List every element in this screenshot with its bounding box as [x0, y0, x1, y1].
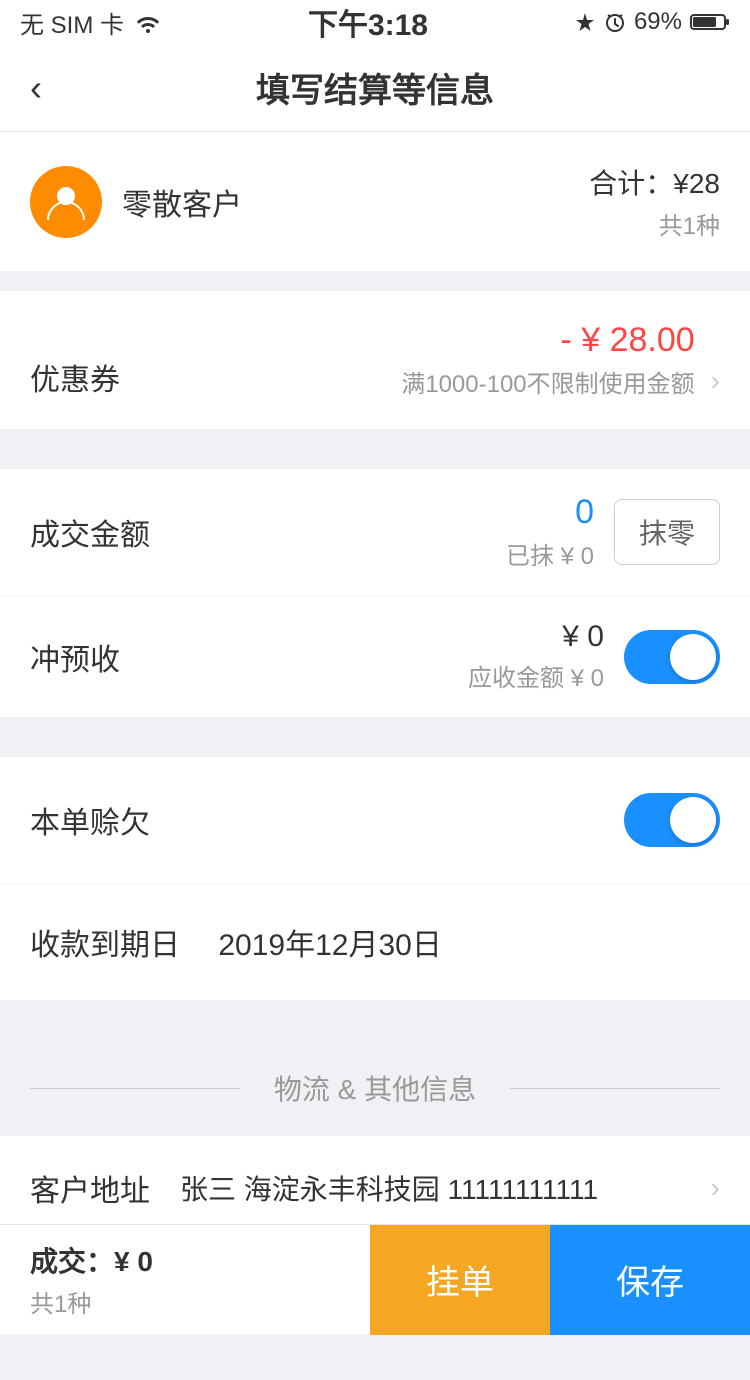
- page-title: 填写结算等信息: [256, 63, 494, 112]
- bottom-deal-value: ¥ 0: [114, 1246, 153, 1277]
- section-divider-3: [0, 1020, 750, 1040]
- deal-amount-sub: 已抹 ¥ 0: [506, 536, 594, 571]
- coupon-label: 优惠券: [30, 355, 120, 399]
- battery-icon: [690, 12, 730, 32]
- advance-toggle-track: [624, 630, 720, 684]
- bottom-bar: 成交：¥ 0 共1种 挂单 保存: [0, 1224, 750, 1334]
- user-icon: [44, 180, 88, 224]
- credit-row: 本单赊欠: [0, 757, 750, 883]
- main-content: 零散客户 合计：¥28 共1种 优惠券 - ¥ 28.00 满1000-100不…: [0, 132, 750, 1380]
- coupon-right: - ¥ 28.00 满1000-100不限制使用金额 ›: [401, 321, 720, 399]
- address-label: 客户地址: [30, 1166, 150, 1210]
- advance-sub: 应收金额 ¥ 0: [468, 658, 604, 693]
- bottom-deal-label: 成交：¥ 0: [30, 1240, 340, 1280]
- round-zero-button[interactable]: 抹零: [614, 499, 720, 565]
- advance-right: ¥ 0 应收金额 ¥ 0: [468, 620, 720, 693]
- save-button[interactable]: 保存: [550, 1225, 750, 1335]
- deal-amount-value: 0: [506, 493, 594, 532]
- status-bar: 无 SIM 卡 下午3:18 69%: [0, 0, 750, 44]
- coupon-detail: - ¥ 28.00 满1000-100不限制使用金额: [401, 321, 694, 399]
- deal-amount-right: 0 已抹 ¥ 0 抹零: [506, 493, 720, 571]
- battery-percent: 69%: [634, 8, 682, 36]
- status-bar-left: 无 SIM 卡: [20, 5, 162, 40]
- customer-total-area: 合计：¥28 共1种: [589, 162, 720, 241]
- customer-info: 零散客户: [30, 166, 242, 238]
- customer-row: 零散客户 合计：¥28 共1种: [0, 132, 750, 271]
- status-time: 下午3:18: [308, 0, 428, 44]
- advance-row: 冲预收 ¥ 0 应收金额 ¥ 0: [0, 596, 750, 717]
- coupon-chevron-icon: ›: [711, 365, 720, 397]
- logistics-label: 物流 & 其他信息: [274, 1074, 476, 1105]
- no-sim-label: 无 SIM 卡: [20, 5, 124, 40]
- credit-label: 本单赊欠: [30, 798, 150, 842]
- customer-count: 共1种: [589, 206, 720, 241]
- advance-toggle[interactable]: [624, 630, 720, 684]
- bottom-count: 共1种: [30, 1284, 340, 1319]
- logistics-section-header: 物流 & 其他信息: [0, 1040, 750, 1136]
- customer-avatar: [30, 166, 102, 238]
- address-value: 张三 海淀永丰科技园 11111111111: [180, 1168, 701, 1208]
- advance-amount-area: ¥ 0 应收金额 ¥ 0: [468, 620, 604, 693]
- deal-amount-values: 0 已抹 ¥ 0: [506, 493, 594, 571]
- advance-toggle-thumb: [670, 634, 716, 680]
- advance-amount: ¥ 0: [468, 620, 604, 654]
- advance-label: 冲预收: [30, 635, 120, 679]
- bottom-summary: 成交：¥ 0 共1种: [0, 1240, 370, 1319]
- deal-amount-label: 成交金额: [30, 510, 150, 554]
- due-date-value: 2019年12月30日: [218, 929, 441, 962]
- customer-name: 零散客户: [122, 180, 242, 224]
- nav-bar: ‹ 填写结算等信息: [0, 44, 750, 132]
- customer-total: 合计：¥28: [589, 162, 720, 202]
- credit-toggle-track: [624, 793, 720, 847]
- due-date-label: 收款到期日: [30, 929, 180, 962]
- due-date-row: 收款到期日 2019年12月30日: [0, 883, 750, 1000]
- wifi-icon: [134, 11, 162, 33]
- bottom-deal-prefix: 成交：: [30, 1246, 114, 1277]
- section-divider-2: [0, 737, 750, 757]
- back-button[interactable]: ‹: [30, 67, 42, 109]
- deal-amount-row: 成交金额 0 已抹 ¥ 0 抹零: [0, 469, 750, 596]
- credit-toggle[interactable]: [624, 793, 720, 847]
- credit-toggle-thumb: [670, 797, 716, 843]
- coupon-row[interactable]: 优惠券 - ¥ 28.00 满1000-100不限制使用金额 ›: [0, 291, 750, 429]
- address-chevron-icon: ›: [711, 1172, 720, 1204]
- alarm-icon: [604, 11, 626, 33]
- section-divider-1: [0, 449, 750, 469]
- status-bar-right: 69%: [574, 8, 730, 36]
- coupon-amount: - ¥ 28.00: [401, 321, 694, 360]
- location-icon: [574, 11, 596, 33]
- hang-order-button[interactable]: 挂单: [370, 1225, 550, 1335]
- coupon-desc: 满1000-100不限制使用金额: [401, 364, 694, 399]
